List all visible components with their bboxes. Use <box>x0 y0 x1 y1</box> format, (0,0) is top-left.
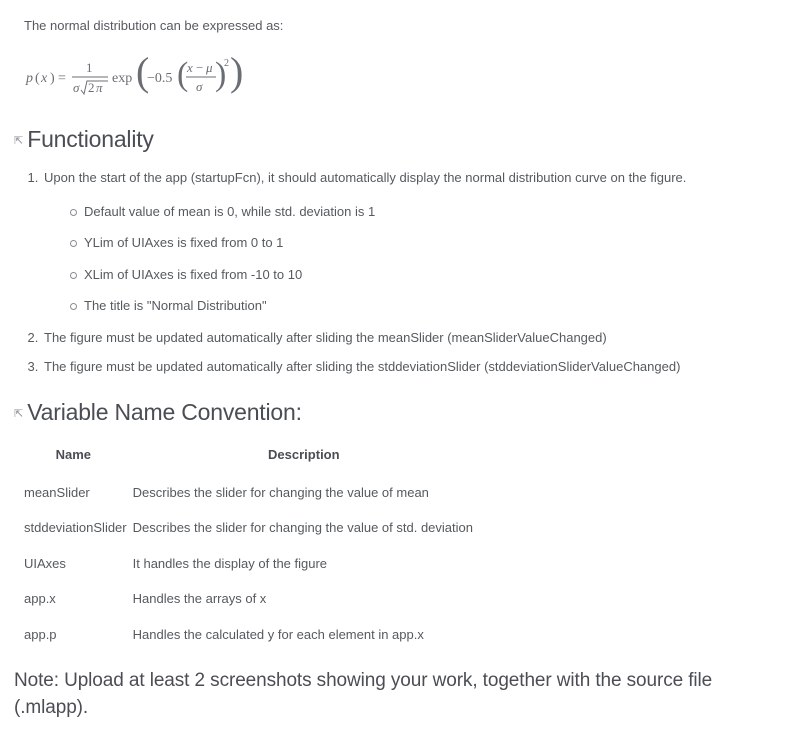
col-desc: Description <box>133 441 485 475</box>
svg-text:μ: μ <box>205 60 213 75</box>
varnames-table: Name Description meanSlider Describes th… <box>24 441 485 652</box>
func-sub-2: YLim of UIAxes is fixed from 0 to 1 <box>70 233 784 253</box>
svg-text:2: 2 <box>88 80 95 95</box>
svg-text:x: x <box>40 71 48 86</box>
svg-text:π: π <box>96 80 103 95</box>
col-name: Name <box>24 441 133 475</box>
var-desc: Handles the arrays of x <box>133 581 485 617</box>
var-name: app.p <box>24 617 133 653</box>
func-sub-1: Default value of mean is 0, while std. d… <box>70 202 784 222</box>
anchor-link-icon[interactable]: ⇱ <box>14 133 23 150</box>
var-desc: It handles the display of the figure <box>133 546 485 582</box>
table-row: UIAxes It handles the display of the fig… <box>24 546 485 582</box>
svg-text:−0.5: −0.5 <box>147 71 172 86</box>
table-row: stddeviationSlider Describes the slider … <box>24 510 485 546</box>
svg-text:=: = <box>58 71 66 86</box>
svg-text:σ: σ <box>73 80 80 95</box>
var-desc: Handles the calculated y for each elemen… <box>133 617 485 653</box>
svg-text:): ) <box>50 71 55 86</box>
var-name: meanSlider <box>24 475 133 511</box>
svg-text:x: x <box>186 60 193 75</box>
functionality-list: Upon the start of the app (startupFcn), … <box>42 168 784 377</box>
svg-text:exp: exp <box>112 71 132 86</box>
svg-text:p: p <box>25 71 33 86</box>
var-name: stddeviationSlider <box>24 510 133 546</box>
func-item-2: The figure must be updated automatically… <box>42 328 784 348</box>
svg-text:): ) <box>230 50 243 94</box>
note-text: Note: Upload at least 2 screenshots show… <box>14 668 784 721</box>
func-item-3: The figure must be updated automatically… <box>42 357 784 377</box>
intro-text: The normal distribution can be expressed… <box>24 16 784 36</box>
func-sub-4: The title is "Normal Distribution" <box>70 296 784 316</box>
func-item-1-text: Upon the start of the app (startupFcn), … <box>44 170 686 185</box>
func-sub-3: XLim of UIAxes is fixed from -10 to 10 <box>70 265 784 285</box>
svg-text:1: 1 <box>86 60 93 75</box>
svg-text:2: 2 <box>224 58 229 69</box>
table-row: meanSlider Describes the slider for chan… <box>24 475 485 511</box>
svg-text:−: − <box>196 60 203 75</box>
var-desc: Describes the slider for changing the va… <box>133 475 485 511</box>
svg-text:σ: σ <box>196 79 203 94</box>
varnames-heading: Variable Name Convention: <box>27 395 302 430</box>
functionality-heading: Functionality <box>27 122 154 157</box>
table-row: app.x Handles the arrays of x <box>24 581 485 617</box>
svg-text:(: ( <box>35 71 40 86</box>
var-desc: Describes the slider for changing the va… <box>133 510 485 546</box>
var-name: UIAxes <box>24 546 133 582</box>
func-item-1: Upon the start of the app (startupFcn), … <box>42 168 784 316</box>
var-name: app.x <box>24 581 133 617</box>
table-row: app.p Handles the calculated y for each … <box>24 617 485 653</box>
anchor-link-icon[interactable]: ⇱ <box>14 406 23 423</box>
formula-image: p ( x ) = 1 σ 2 π exp ( −0.5 ( x − μ <box>24 50 784 104</box>
